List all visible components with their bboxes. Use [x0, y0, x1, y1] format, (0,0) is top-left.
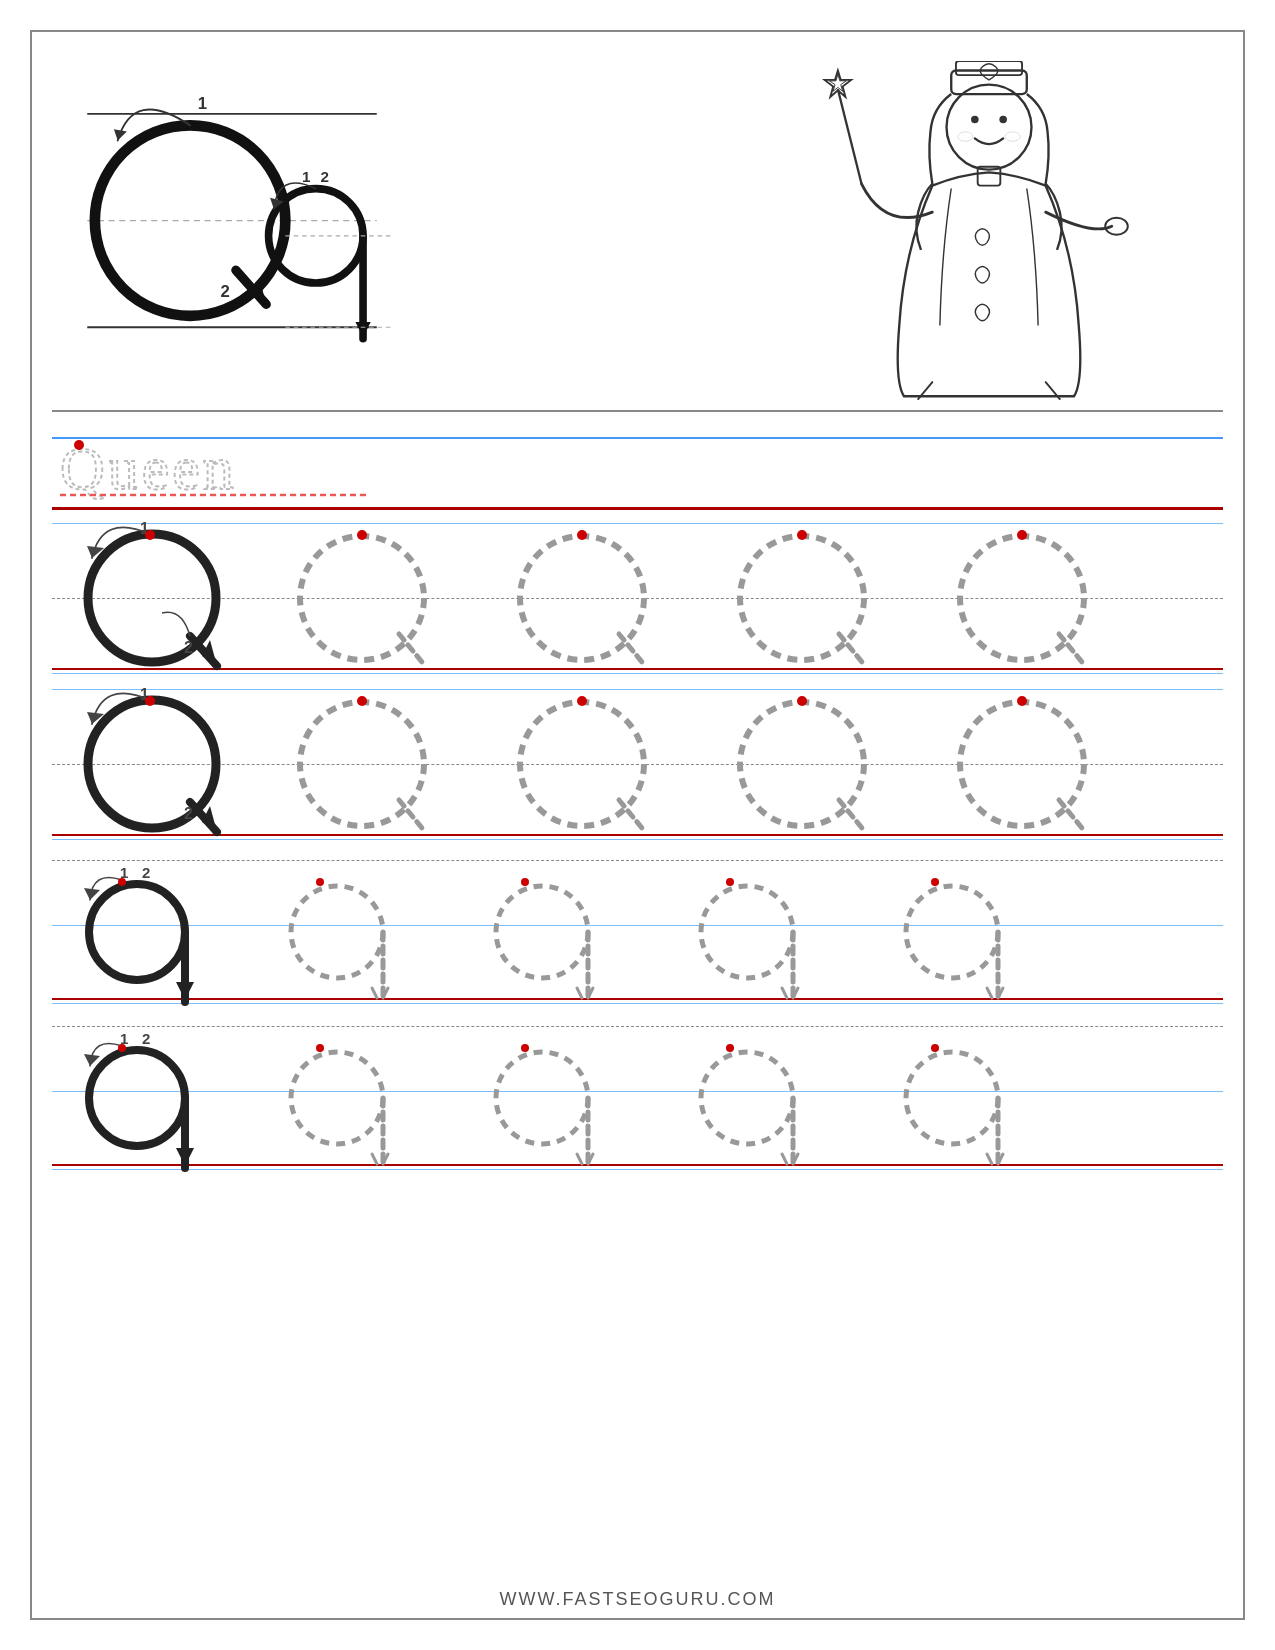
svg-point-21	[999, 116, 1007, 124]
svg-point-101	[701, 1052, 793, 1144]
svg-point-81	[521, 878, 529, 886]
svg-point-84	[726, 878, 734, 886]
queen-illustration	[755, 52, 1223, 410]
row3-letters-svg: 1 2	[62, 850, 1232, 1008]
svg-point-65	[797, 696, 807, 706]
letter-demo: 1 2 1 2	[52, 52, 755, 410]
practice-section: 1 2	[52, 518, 1223, 1182]
word-bottom-line	[52, 507, 1223, 510]
word-trace-svg: Queen	[60, 427, 380, 502]
svg-text:1: 1	[198, 94, 207, 113]
word-section: Queen	[52, 422, 1223, 510]
svg-point-40	[357, 530, 367, 540]
practice-row-q2: 1 2	[52, 1016, 1223, 1176]
svg-point-75	[118, 878, 126, 886]
svg-point-100	[521, 1044, 529, 1052]
svg-point-46	[797, 530, 807, 540]
svg-point-94	[118, 1044, 126, 1052]
svg-point-98	[496, 1052, 588, 1144]
svg-point-85	[906, 886, 998, 978]
svg-point-49	[1017, 530, 1027, 540]
svg-marker-71	[176, 982, 194, 1000]
svg-point-104	[906, 1052, 998, 1144]
svg-text:2: 2	[142, 1030, 150, 1047]
svg-point-79	[496, 886, 588, 978]
svg-marker-7	[114, 129, 127, 140]
svg-rect-17	[951, 70, 1027, 94]
website-url: WWW.FASTSEOGURU.COM	[500, 1589, 776, 1609]
practice-row-Q2: 1 2	[52, 684, 1223, 844]
svg-point-95	[291, 1052, 383, 1144]
svg-point-22	[958, 132, 973, 141]
svg-text:2: 2	[142, 864, 150, 881]
footer: WWW.FASTSEOGURU.COM	[32, 1589, 1243, 1610]
svg-point-69	[89, 884, 185, 980]
svg-text:Queen: Queen	[60, 434, 237, 502]
svg-point-43	[577, 530, 587, 540]
svg-point-37	[145, 530, 155, 540]
top-section: 1 2 1 2	[52, 52, 1223, 412]
worksheet-page: 1 2 1 2	[30, 30, 1245, 1620]
svg-marker-90	[176, 1148, 194, 1166]
svg-point-23	[1005, 132, 1020, 141]
big-letter-demo-svg: 1 2 1 2	[72, 62, 392, 402]
svg-point-76	[291, 886, 383, 978]
svg-point-56	[145, 696, 155, 706]
svg-marker-11	[355, 322, 370, 337]
svg-point-62	[577, 696, 587, 706]
svg-point-78	[316, 878, 324, 886]
svg-point-88	[89, 1050, 185, 1146]
svg-point-106	[931, 1044, 939, 1052]
row4-letters-svg: 1 2	[62, 1016, 1232, 1174]
svg-text:1: 1	[302, 168, 311, 185]
svg-line-25	[838, 89, 862, 183]
svg-point-68	[1017, 696, 1027, 706]
svg-point-20	[971, 116, 979, 124]
svg-point-19	[946, 85, 1031, 170]
svg-point-82	[701, 886, 793, 978]
svg-text:2: 2	[221, 282, 230, 301]
queen-svg	[799, 61, 1179, 401]
word-start-dot	[74, 440, 84, 450]
svg-point-97	[316, 1044, 324, 1052]
practice-row-q1: 1 2	[52, 850, 1223, 1010]
svg-text:2: 2	[184, 805, 193, 822]
row2-letters-svg: 1 2	[62, 684, 1232, 842]
svg-point-59	[357, 696, 367, 706]
svg-point-103	[726, 1044, 734, 1052]
practice-row-Q1: 1 2	[52, 518, 1223, 678]
row1-letters-svg: 1 2	[62, 518, 1232, 676]
svg-point-87	[931, 878, 939, 886]
svg-text:2: 2	[320, 168, 328, 185]
svg-text:2: 2	[184, 639, 193, 656]
